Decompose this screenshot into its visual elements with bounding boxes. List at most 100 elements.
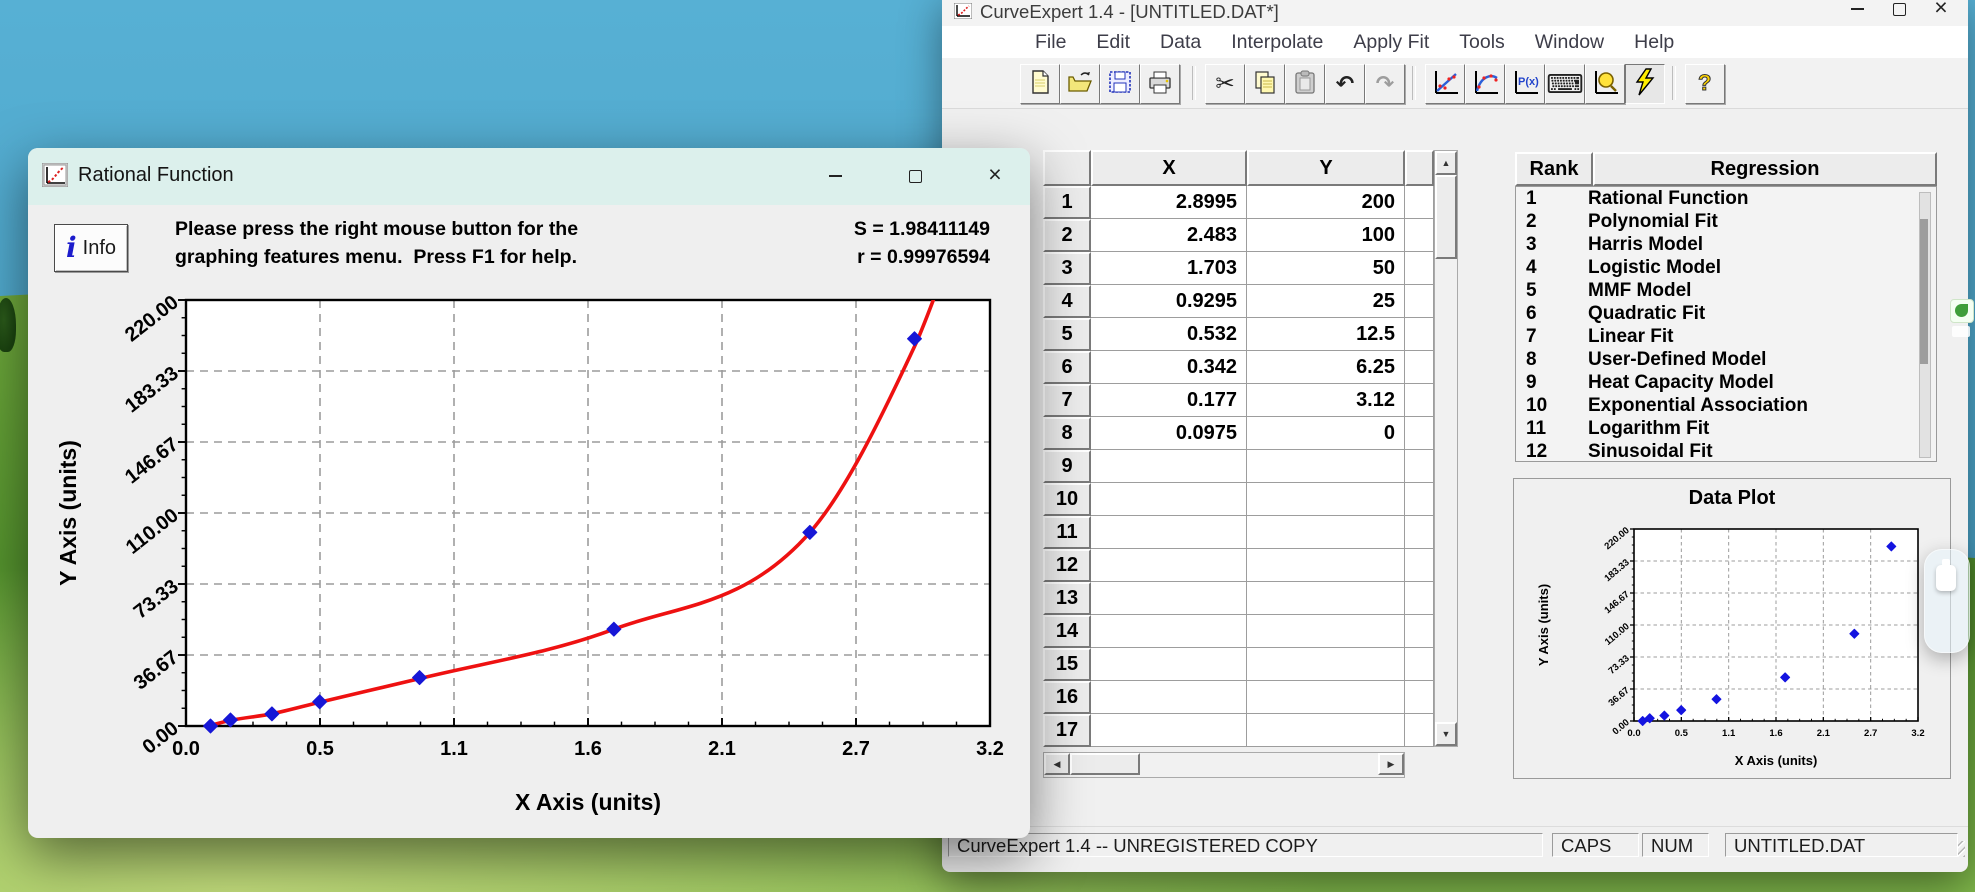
table-vertical-scrollbar[interactable]: ▲ ▼ — [1434, 150, 1458, 747]
menu-data[interactable]: Data — [1145, 31, 1216, 54]
cell-x-row-1[interactable]: 2.8995 — [1091, 186, 1247, 219]
cut-button[interactable]: ✂ — [1205, 64, 1245, 104]
cell-stub-row-10[interactable] — [1405, 483, 1434, 516]
row-header-12[interactable]: 12 — [1043, 549, 1091, 582]
rank-list-scrollbar[interactable] — [1919, 192, 1931, 458]
cell-stub-row-15[interactable] — [1405, 648, 1434, 681]
cell-y-row-11[interactable] — [1247, 516, 1405, 549]
cell-y-row-16[interactable] — [1247, 681, 1405, 714]
menu-help[interactable]: Help — [1619, 31, 1689, 54]
scroll-down-button[interactable]: ▼ — [1435, 722, 1457, 746]
menu-apply-fit[interactable]: Apply Fit — [1338, 31, 1444, 54]
scroll-right-button[interactable]: ▶ — [1378, 753, 1404, 775]
cell-y-row-3[interactable]: 50 — [1247, 252, 1405, 285]
column-header-x[interactable]: X — [1091, 150, 1247, 186]
regression-item-11[interactable]: 11Logarithm Fit — [1516, 417, 1936, 440]
row-header-4[interactable]: 4 — [1043, 285, 1091, 318]
cell-y-row-14[interactable] — [1247, 615, 1405, 648]
regression-item-4[interactable]: 4Logistic Model — [1516, 256, 1936, 279]
regression-item-6[interactable]: 6Quadratic Fit — [1516, 302, 1936, 325]
cell-stub-row-9[interactable] — [1405, 450, 1434, 483]
plot-zoom-button[interactable] — [1585, 64, 1625, 104]
menu-window[interactable]: Window — [1520, 31, 1619, 54]
menu-interpolate[interactable]: Interpolate — [1216, 31, 1338, 54]
row-header-2[interactable]: 2 — [1043, 219, 1091, 252]
cell-x-row-6[interactable]: 0.342 — [1091, 351, 1247, 384]
main-title-bar[interactable]: CurveExpert 1.4 - [UNTITLED.DAT*] × — [942, 0, 1968, 26]
info-button[interactable]: i Info — [54, 224, 128, 272]
cell-stub-row-3[interactable] — [1405, 252, 1434, 285]
regression-item-8[interactable]: 8User-Defined Model — [1516, 348, 1936, 371]
cell-y-row-4[interactable]: 25 — [1247, 285, 1405, 318]
fit-close-button[interactable]: × — [974, 161, 1016, 191]
cell-x-row-2[interactable]: 2.483 — [1091, 219, 1247, 252]
rank-scroll-thumb[interactable] — [1920, 219, 1928, 364]
regression-item-7[interactable]: 7Linear Fit — [1516, 325, 1936, 348]
cell-stub-row-4[interactable] — [1405, 285, 1434, 318]
cell-y-row-17[interactable] — [1247, 714, 1405, 747]
help-button[interactable]: ? — [1685, 64, 1725, 104]
cell-x-row-8[interactable]: 0.0975 — [1091, 417, 1247, 450]
table-hscroll-thumb[interactable] — [1070, 753, 1140, 775]
scroll-up-button[interactable]: ▲ — [1435, 151, 1457, 175]
regression-item-9[interactable]: 9Heat Capacity Model — [1516, 371, 1936, 394]
cell-stub-row-6[interactable] — [1405, 351, 1434, 384]
row-header-11[interactable]: 11 — [1043, 516, 1091, 549]
regression-item-3[interactable]: 3Harris Model — [1516, 233, 1936, 256]
cell-x-row-15[interactable] — [1091, 648, 1247, 681]
open-file-button[interactable] — [1060, 64, 1100, 104]
cell-x-row-14[interactable] — [1091, 615, 1247, 648]
cell-y-row-2[interactable]: 100 — [1247, 219, 1405, 252]
regression-item-2[interactable]: 2Polynomial Fit — [1516, 210, 1936, 233]
desktop-shortcut-icon[interactable] — [1950, 299, 1974, 323]
row-header-8[interactable]: 8 — [1043, 417, 1091, 450]
fit-maximize-button[interactable] — [894, 161, 936, 191]
fit-plot-canvas[interactable]: 0.00.000.536.671.173.331.6110.002.1146.6… — [48, 268, 1030, 828]
cell-y-row-10[interactable] — [1247, 483, 1405, 516]
row-header-3[interactable]: 3 — [1043, 252, 1091, 285]
save-file-button[interactable] — [1100, 64, 1140, 104]
redo-button[interactable]: ↷ — [1365, 64, 1405, 104]
table-horizontal-scrollbar[interactable]: ◀ ▶ — [1043, 752, 1405, 778]
row-header-7[interactable]: 7 — [1043, 384, 1091, 417]
cell-x-row-12[interactable] — [1091, 549, 1247, 582]
print-button[interactable] — [1140, 64, 1180, 104]
row-header-5[interactable]: 5 — [1043, 318, 1091, 351]
cell-y-row-13[interactable] — [1247, 582, 1405, 615]
cell-x-row-10[interactable] — [1091, 483, 1247, 516]
plot-curve-fit-button[interactable] — [1465, 64, 1505, 104]
cell-x-row-3[interactable]: 1.703 — [1091, 252, 1247, 285]
cell-y-row-7[interactable]: 3.12 — [1247, 384, 1405, 417]
fit-title-bar[interactable]: Rational Function × — [28, 148, 1030, 205]
curvefinder-lightning-button[interactable] — [1625, 64, 1665, 104]
cell-stub-row-12[interactable] — [1405, 549, 1434, 582]
main-close-button[interactable]: × — [1920, 0, 1962, 24]
cell-stub-row-7[interactable] — [1405, 384, 1434, 417]
cell-y-row-15[interactable] — [1247, 648, 1405, 681]
new-file-button[interactable] — [1020, 64, 1060, 104]
row-header-9[interactable]: 9 — [1043, 450, 1091, 483]
cell-x-row-17[interactable] — [1091, 714, 1247, 747]
regression-item-12[interactable]: 12Sinusoidal Fit — [1516, 440, 1936, 463]
regression-item-10[interactable]: 10Exponential Association — [1516, 394, 1936, 417]
cell-stub-row-8[interactable] — [1405, 417, 1434, 450]
menu-tools[interactable]: Tools — [1444, 31, 1520, 54]
cell-y-row-5[interactable]: 12.5 — [1247, 318, 1405, 351]
cell-x-row-9[interactable] — [1091, 450, 1247, 483]
column-header-y[interactable]: Y — [1247, 150, 1405, 186]
row-header-6[interactable]: 6 — [1043, 351, 1091, 384]
cell-stub-row-2[interactable] — [1405, 219, 1434, 252]
cell-x-row-7[interactable]: 0.177 — [1091, 384, 1247, 417]
regression-item-1[interactable]: 1Rational Function — [1516, 187, 1936, 210]
undo-button[interactable]: ↶ — [1325, 64, 1365, 104]
row-header-15[interactable]: 15 — [1043, 648, 1091, 681]
row-header-16[interactable]: 16 — [1043, 681, 1091, 714]
data-plot-chart[interactable]: 0.00.000.536.671.173.331.6110.002.1146.6… — [1514, 505, 1952, 780]
plot-polynomial-button[interactable]: P(x) — [1505, 64, 1545, 104]
copy-button[interactable] — [1245, 64, 1285, 104]
row-header-1[interactable]: 1 — [1043, 186, 1091, 219]
cell-y-row-8[interactable]: 0 — [1247, 417, 1405, 450]
cell-x-row-5[interactable]: 0.532 — [1091, 318, 1247, 351]
cell-y-row-6[interactable]: 6.25 — [1247, 351, 1405, 384]
cell-stub-row-11[interactable] — [1405, 516, 1434, 549]
